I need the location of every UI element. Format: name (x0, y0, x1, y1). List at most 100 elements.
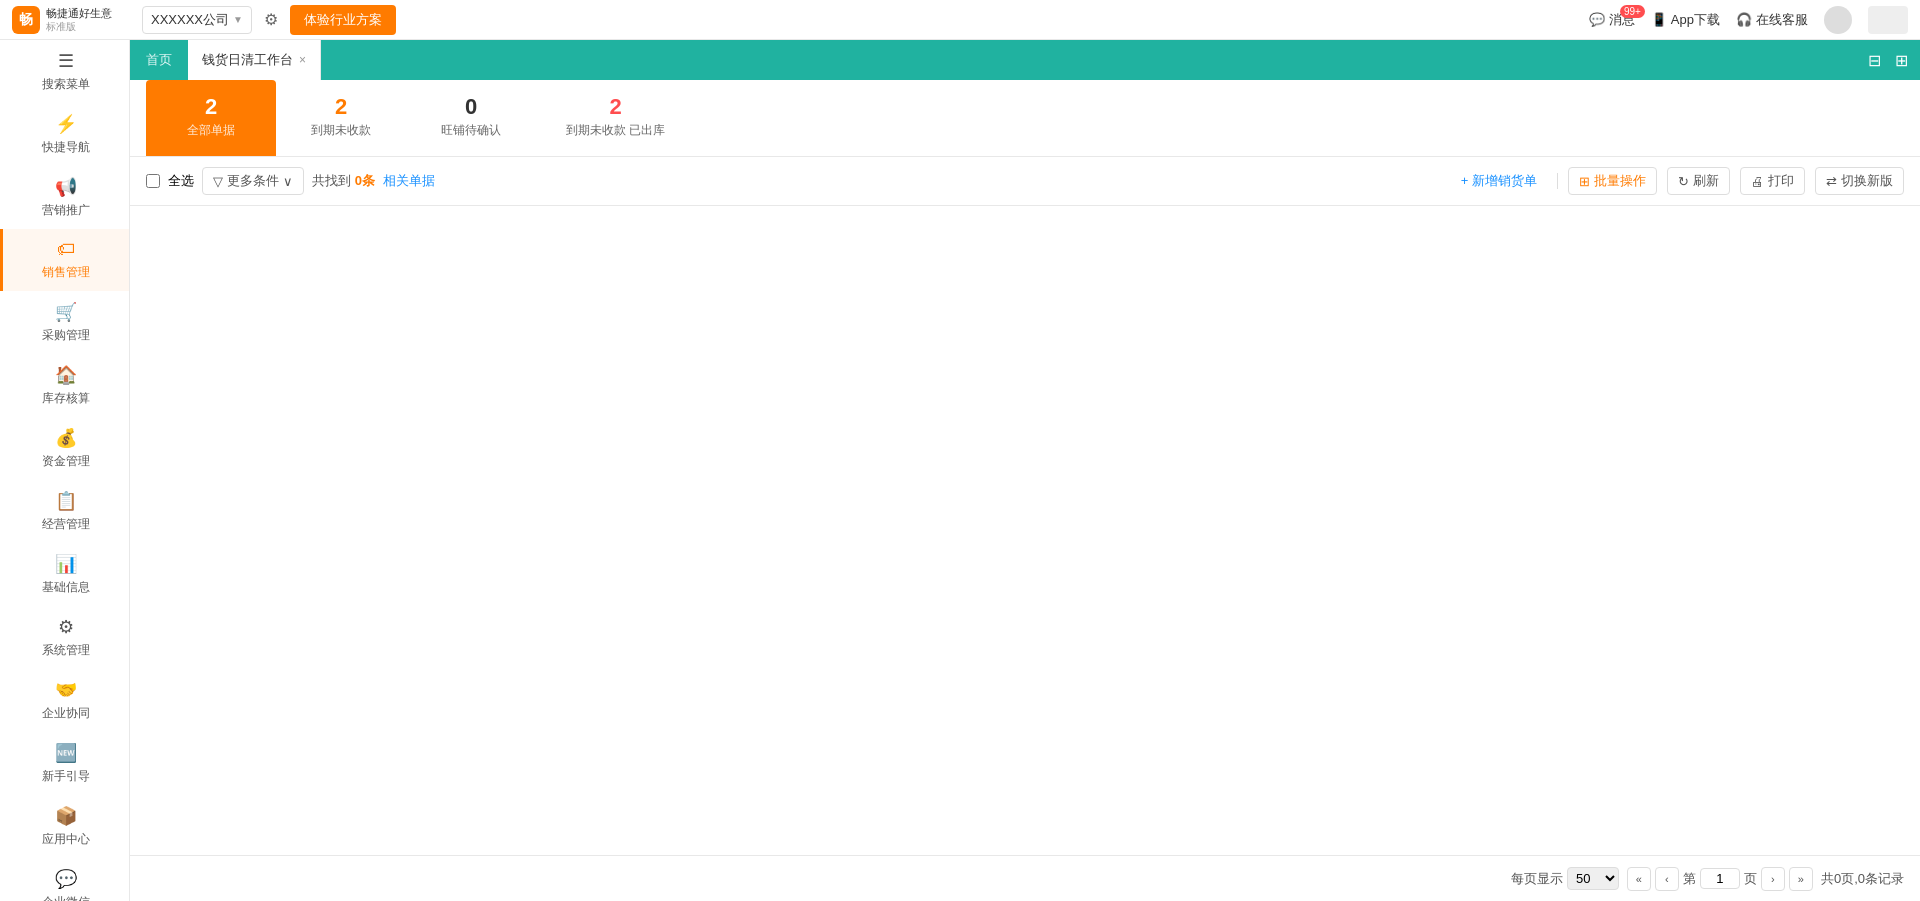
basic-info-icon: 📊 (55, 553, 77, 575)
stat-label-wangpu-confirm: 旺铺待确认 (441, 122, 501, 139)
purchase-icon: 🛒 (55, 301, 77, 323)
found-count: 0条 (355, 173, 375, 188)
marketing-icon: 📢 (55, 176, 77, 198)
select-all-checkbox[interactable] (146, 174, 160, 188)
logo-subtitle: 标准版 (46, 20, 112, 33)
sidebar-item-system[interactable]: ⚙ 系统管理 (0, 606, 129, 669)
page-navigation: « ‹ 第 页 › » (1627, 867, 1813, 891)
first-page-button[interactable]: « (1627, 867, 1651, 891)
finance-icon: 💰 (55, 427, 77, 449)
toolbar-left: 全选 ▽ 更多条件 ∨ 共找到 0条 相关单据 (146, 167, 1443, 195)
sidebar-label-basic-info: 基础信息 (42, 579, 90, 596)
company-selector[interactable]: XXXXXX公司 ▼ (142, 6, 252, 34)
print-label: 打印 (1768, 172, 1794, 190)
sidebar-label-app-center: 应用中心 (42, 831, 90, 848)
cooperation-icon: 🤝 (55, 679, 77, 701)
print-icon: 🖨 (1751, 174, 1764, 189)
sidebar-item-sales[interactable]: 🏷 销售管理 (0, 229, 129, 291)
next-page-button[interactable]: › (1761, 867, 1785, 891)
tab-home[interactable]: 首页 (130, 40, 188, 80)
tab-close-icon[interactable]: × (299, 53, 306, 67)
sidebar: ☰搜索菜单⚡快捷导航 📢 营销推广 🏷 销售管理 🛒 采购管理 🏠库存核算 💰 资金管理 📋 经营管理… (0, 40, 130, 901)
last-page-button[interactable]: » (1789, 867, 1813, 891)
online-service-button[interactable]: 🎧 在线客服 (1736, 11, 1808, 29)
tab-maximize-icon[interactable]: ⊞ (1891, 47, 1912, 74)
topbar: 畅 畅捷通好生意 标准版 XXXXXX公司 ▼ ⚙ 体验行业方案 💬 消息 99… (0, 0, 1920, 40)
sidebar-item-purchase[interactable]: 🛒 采购管理 (0, 291, 129, 354)
app-center-icon: 📦 (55, 805, 77, 827)
new-sale-button[interactable]: + 新增销货单 (1451, 168, 1547, 194)
refresh-icon: ↻ (1678, 174, 1689, 189)
sidebar-item-finance[interactable]: 💰 资金管理 (0, 417, 129, 480)
sidebar-label-inventory: 库存核算 (42, 390, 90, 407)
stats-bar: 2全部单据2到期未收款0旺铺待确认2到期未收款 已出库 (130, 80, 1920, 157)
tab-minimize-icon[interactable]: ⊟ (1864, 47, 1885, 74)
sidebar-label-quick-nav: 快捷导航 (42, 139, 90, 156)
table-area (130, 206, 1920, 855)
right-panel: 首页 钱货日清工作台 × ⊟ ⊞ 2全部单据2到期未收款0旺铺待确认2到期未收款… (130, 40, 1920, 901)
operations-icon: 📋 (55, 490, 77, 512)
chevron-down-icon: ▼ (233, 14, 243, 25)
company-name: XXXXXX公司 (151, 11, 229, 29)
stat-card-overdue-unpaid[interactable]: 2到期未收款 (276, 80, 406, 156)
settings-icon[interactable]: ⚙ (260, 6, 282, 33)
sidebar-item-marketing[interactable]: 📢 营销推广 (0, 166, 129, 229)
sidebar-label-system: 系统管理 (42, 642, 90, 659)
sidebar-label-finance: 资金管理 (42, 453, 90, 470)
refresh-button[interactable]: ↻ 刷新 (1667, 167, 1730, 195)
page-size-select[interactable]: 102050100 (1567, 867, 1619, 890)
sidebar-label-marketing: 营销推广 (42, 202, 90, 219)
filter-chevron-icon: ∨ (283, 174, 293, 189)
logo-area: 畅 畅捷通好生意 标准版 (12, 6, 142, 34)
prev-page-button[interactable]: ‹ (1655, 867, 1679, 891)
select-all-label: 全选 (168, 172, 194, 190)
online-service-label: 在线客服 (1756, 11, 1808, 29)
print-button[interactable]: 🖨 打印 (1740, 167, 1805, 195)
avatar[interactable] (1824, 6, 1852, 34)
sidebar-item-basic-info[interactable]: 📊 基础信息 (0, 543, 129, 606)
sidebar-label-sales: 销售管理 (42, 264, 90, 281)
stat-card-wangpu-confirm[interactable]: 0 旺铺待确认 (406, 80, 536, 156)
sidebar-item-app-center[interactable]: 📦 应用中心 (0, 795, 129, 858)
related-link[interactable]: 相关单据 (383, 172, 435, 190)
stat-num-wangpu-confirm: 0 (465, 94, 477, 120)
app-download-label: App下载 (1671, 11, 1720, 29)
message-badge: 99+ (1620, 5, 1645, 18)
sidebar-item-inventory[interactable]: 🏠库存核算 (0, 354, 129, 417)
guide-icon: 🆕 (55, 742, 77, 764)
stat-card-overdue-out[interactable]: 2到期未收款 已出库 (536, 80, 695, 156)
stat-label-overdue-out: 到期未收款 已出库 (566, 122, 665, 139)
tab-daily-work-label: 钱货日清工作台 (202, 51, 293, 69)
topbar-right: 💬 消息 99+ 📱 App下载 🎧 在线客服 (1589, 6, 1908, 34)
user-menu[interactable] (1868, 6, 1908, 34)
trial-button[interactable]: 体验行业方案 (290, 5, 396, 35)
search-icon: ☰ (58, 50, 74, 72)
per-page-label: 每页显示 (1511, 870, 1563, 888)
switch-version-button[interactable]: ⇄ 切换新版 (1815, 167, 1904, 195)
sidebar-label-purchase: 采购管理 (42, 327, 90, 344)
switch-label: 切换新版 (1841, 172, 1893, 190)
tab-daily-work[interactable]: 钱货日清工作台 × (188, 40, 321, 80)
batch-button[interactable]: ⊞ 批量操作 (1568, 167, 1657, 195)
message-icon: 💬 (1589, 12, 1605, 27)
stat-card-all[interactable]: 2全部单据 (146, 80, 276, 156)
stat-num-all: 2 (205, 94, 217, 120)
sidebar-item-wechat[interactable]: 💬企业微信 (0, 858, 129, 901)
pagination: 每页显示 102050100 « ‹ 第 页 › » 共0页,0条记录 (130, 855, 1920, 901)
sidebar-item-quick-nav[interactable]: ⚡快捷导航 (0, 103, 129, 166)
sidebar-label-operations: 经营管理 (42, 516, 90, 533)
filter-label: 更多条件 (227, 172, 279, 190)
filter-button[interactable]: ▽ 更多条件 ∨ (202, 167, 304, 195)
message-button[interactable]: 💬 消息 99+ (1589, 11, 1635, 29)
app-download-button[interactable]: 📱 App下载 (1651, 11, 1720, 29)
system-icon: ⚙ (58, 616, 74, 638)
sidebar-label-wechat: 企业微信 (42, 894, 90, 901)
toolbar: 全选 ▽ 更多条件 ∨ 共找到 0条 相关单据 + 新增销货单 (130, 157, 1920, 206)
page-number-input[interactable] (1700, 868, 1740, 889)
total-label: 共0页,0条记录 (1821, 870, 1904, 888)
sidebar-item-operations[interactable]: 📋 经营管理 (0, 480, 129, 543)
sidebar-item-guide[interactable]: 🆕新手引导 (0, 732, 129, 795)
sidebar-item-cooperation[interactable]: 🤝企业协同 (0, 669, 129, 732)
sidebar-item-search[interactable]: ☰搜索菜单 (0, 40, 129, 103)
sales-icon: 🏷 (57, 239, 75, 260)
